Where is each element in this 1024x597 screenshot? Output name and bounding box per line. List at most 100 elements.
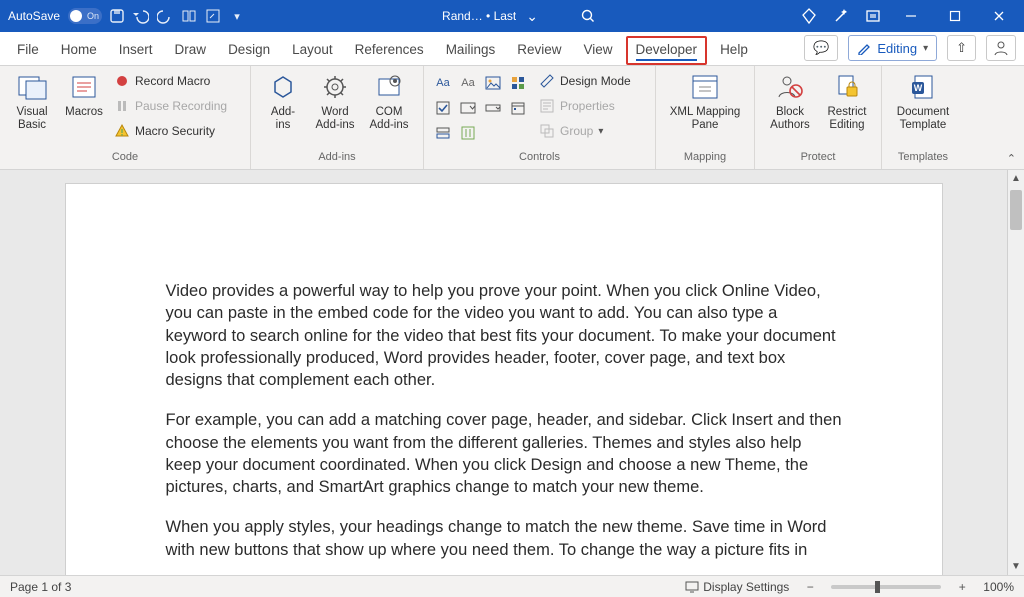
paragraph[interactable]: Video provides a powerful way to help yo… — [166, 280, 842, 391]
tab-draw[interactable]: Draw — [166, 36, 216, 65]
scroll-thumb[interactable] — [1010, 190, 1022, 230]
autosave-toggle[interactable]: On — [68, 8, 102, 24]
group-addins: Add- ins Word Add-ins COM Add-ins Add-in… — [251, 66, 424, 169]
word-doc-icon: W — [890, 70, 956, 104]
document-template-button[interactable]: W Document Template — [890, 70, 956, 132]
addins-button[interactable]: Add- ins — [259, 70, 307, 132]
word-addins-button[interactable]: Word Add-ins — [311, 70, 359, 132]
scroll-down-icon[interactable]: ▼ — [1008, 558, 1024, 575]
combobox-control-icon[interactable] — [457, 97, 479, 119]
picture-control-icon[interactable] — [482, 72, 504, 94]
group-label-addins: Add-ins — [259, 151, 415, 169]
qat-icon-1[interactable] — [180, 7, 198, 25]
zoom-slider[interactable] — [831, 585, 941, 589]
tab-insert[interactable]: Insert — [110, 36, 162, 65]
design-mode-button[interactable]: Design Mode — [537, 70, 647, 92]
visual-basic-button[interactable]: Visual Basic — [8, 70, 56, 132]
zoom-in-button[interactable]: + — [955, 580, 969, 594]
restrict-editing-button[interactable]: Restrict Editing — [821, 70, 873, 132]
ribbon-tabs: File Home Insert Draw Design Layout Refe… — [0, 32, 1024, 66]
app-mode-icon[interactable] — [858, 0, 888, 32]
building-block-control-icon[interactable] — [507, 72, 529, 94]
diamond-icon[interactable] — [794, 0, 824, 32]
group-templates: W Document Template Templates — [882, 66, 964, 169]
vertical-scrollbar[interactable]: ▲ ▼ — [1007, 170, 1024, 575]
document-area: Video provides a powerful way to help yo… — [0, 170, 1024, 575]
share-button[interactable]: ⇧ — [947, 35, 976, 61]
tab-layout[interactable]: Layout — [283, 36, 342, 65]
maximize-button[interactable] — [934, 0, 976, 32]
minimize-button[interactable] — [890, 0, 932, 32]
controls-gallery: Aa Aa — [432, 72, 529, 144]
chevron-down-icon: ▾ — [923, 43, 928, 54]
tab-design[interactable]: Design — [219, 36, 279, 65]
gear-icon — [311, 70, 359, 104]
page-canvas[interactable]: Video provides a powerful way to help yo… — [66, 184, 942, 575]
ruler-icon — [539, 73, 555, 89]
tab-review[interactable]: Review — [508, 36, 570, 65]
paragraph[interactable]: When you apply styles, your headings cha… — [166, 516, 842, 561]
qat-overflow-icon[interactable]: ▾ — [228, 7, 246, 25]
page-info[interactable]: Page 1 of 3 — [10, 580, 71, 594]
autosave-label: AutoSave — [8, 9, 60, 23]
group-label-templates: Templates — [890, 151, 956, 169]
group-label-mapping: Mapping — [664, 151, 746, 169]
macros-button[interactable]: Macros — [60, 70, 108, 119]
wand-icon[interactable] — [826, 0, 856, 32]
ribbon: Visual Basic Macros Record Macro Pause R… — [0, 66, 1024, 170]
com-addins-button[interactable]: COM Add-ins — [363, 70, 415, 132]
xml-mapping-pane-button[interactable]: XML Mapping Pane — [664, 70, 746, 132]
dropdown-control-icon[interactable] — [482, 97, 504, 119]
redo-icon[interactable] — [156, 7, 174, 25]
checkbox-control-icon[interactable] — [432, 97, 454, 119]
comment-icon: 💬 — [813, 40, 829, 56]
legacy-tools-icon[interactable] — [457, 122, 479, 144]
zoom-percent[interactable]: 100% — [983, 580, 1014, 594]
properties-button: Properties — [537, 95, 647, 117]
record-macro-button[interactable]: Record Macro — [112, 70, 242, 92]
group-label-controls: Controls — [432, 151, 647, 169]
tab-help[interactable]: Help — [711, 36, 757, 65]
addins-icon — [259, 70, 307, 104]
chevron-down-icon: ▾ — [598, 126, 603, 137]
comments-button[interactable]: 💬 — [804, 35, 838, 61]
tab-home[interactable]: Home — [52, 36, 106, 65]
date-picker-control-icon[interactable] — [507, 97, 529, 119]
account-button[interactable] — [986, 35, 1016, 61]
rich-text-control-icon[interactable]: Aa — [432, 72, 454, 94]
display-settings-button[interactable]: Display Settings — [685, 580, 789, 594]
properties-icon — [539, 98, 555, 114]
editing-mode-button[interactable]: Editing ▾ — [848, 35, 937, 61]
com-addins-icon — [363, 70, 415, 104]
block-authors-icon — [763, 70, 817, 104]
pause-recording-button: Pause Recording — [112, 95, 242, 117]
title-chevron-icon[interactable]: ⌄ — [526, 8, 538, 25]
macro-security-button[interactable]: Macro Security — [112, 120, 242, 142]
xml-mapping-icon — [664, 70, 746, 104]
group-code: Visual Basic Macros Record Macro Pause R… — [0, 66, 251, 169]
editing-label: Editing — [877, 41, 917, 56]
tab-file[interactable]: File — [8, 36, 48, 65]
document-title: Rand… • Last — [442, 9, 516, 23]
monitor-icon — [685, 581, 699, 593]
tab-view[interactable]: View — [574, 36, 621, 65]
tab-developer[interactable]: Developer — [626, 36, 708, 65]
scroll-up-icon[interactable]: ▲ — [1008, 170, 1024, 187]
tab-mailings[interactable]: Mailings — [437, 36, 505, 65]
pencil-icon — [857, 41, 871, 55]
repeating-section-icon[interactable] — [432, 122, 454, 144]
plain-text-control-icon[interactable]: Aa — [457, 72, 479, 94]
qat-icon-2[interactable] — [204, 7, 222, 25]
close-button[interactable] — [978, 0, 1020, 32]
visual-basic-icon — [8, 70, 56, 104]
collapse-ribbon-icon[interactable]: ⌃ — [1007, 152, 1016, 165]
block-authors-button[interactable]: Block Authors — [763, 70, 817, 132]
save-icon[interactable] — [108, 7, 126, 25]
group-label-code: Code — [8, 151, 242, 169]
paragraph[interactable]: For example, you can add a matching cove… — [166, 409, 842, 498]
title-search-icon[interactable] — [578, 6, 598, 26]
zoom-slider-knob[interactable] — [875, 581, 880, 593]
undo-icon[interactable] — [132, 7, 150, 25]
tab-references[interactable]: References — [346, 36, 433, 65]
zoom-out-button[interactable]: − — [803, 580, 817, 594]
